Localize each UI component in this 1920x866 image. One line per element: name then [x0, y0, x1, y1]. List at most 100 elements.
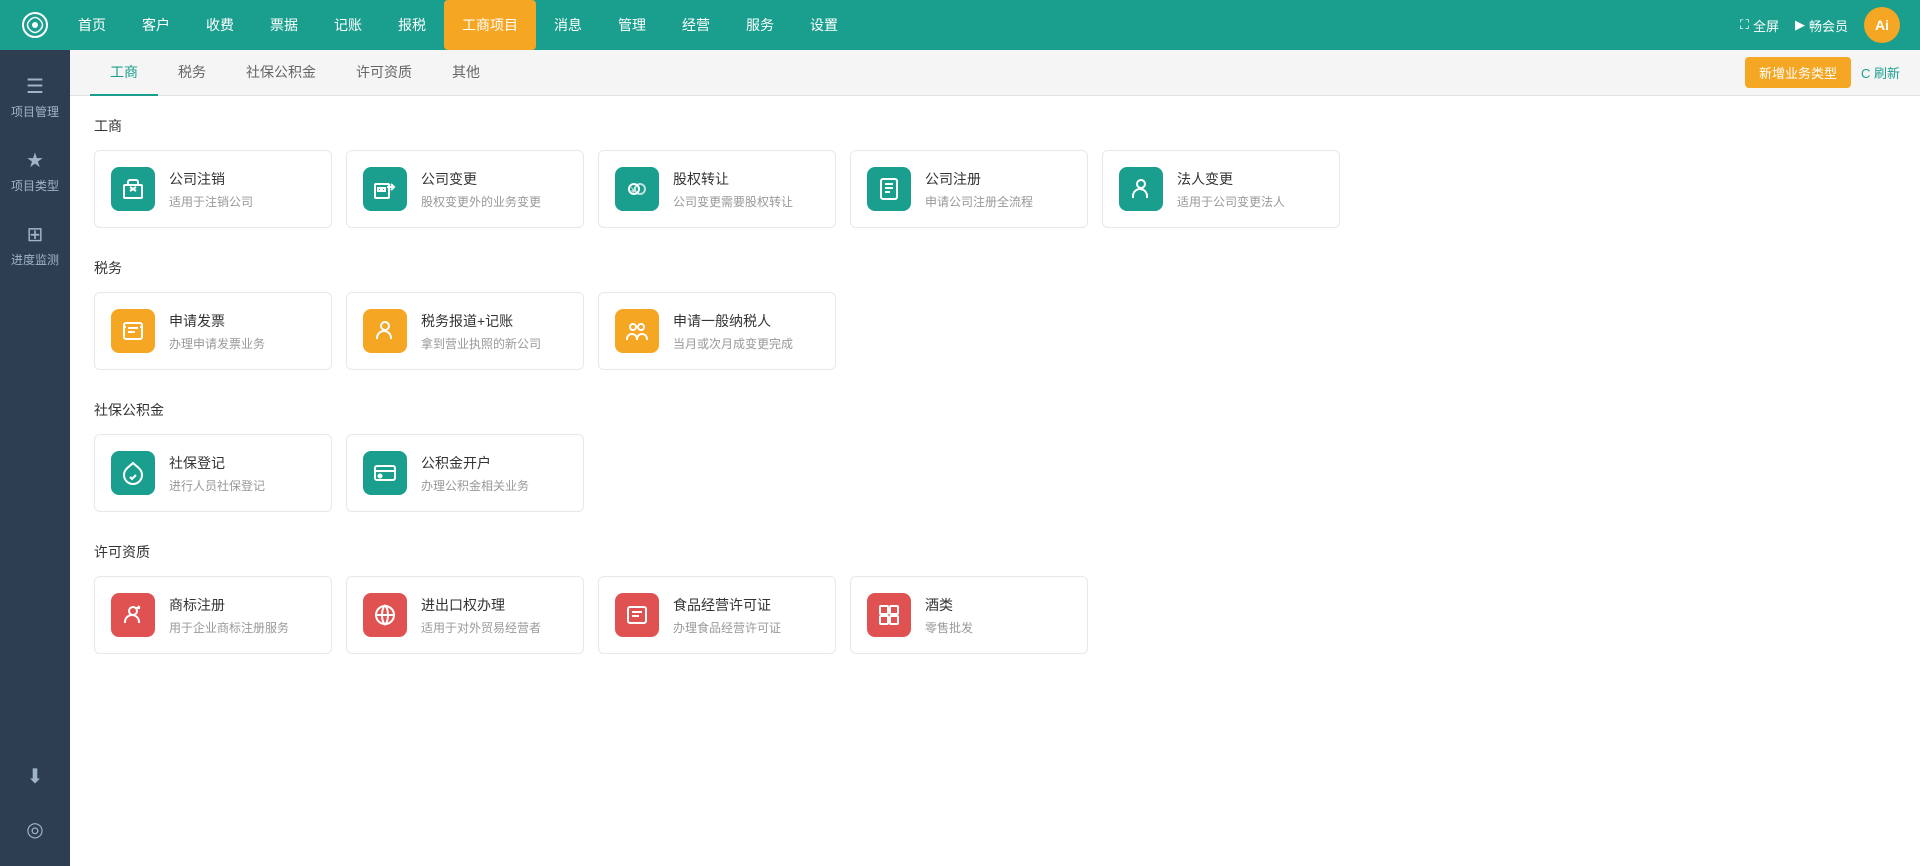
nav-item-设置[interactable]: 设置 [792, 0, 856, 50]
card-title: 社保登记 [169, 453, 265, 473]
card-title: 食品经营许可证 [673, 595, 781, 615]
card-info: 商标注册 用于企业商标注册服务 [169, 595, 289, 636]
cards-grid: 社保登记 进行人员社保登记 公积金开户 办理公积金相关业务 [94, 434, 1896, 512]
card-desc: 适用于公司变更法人 [1177, 193, 1285, 210]
sidebar-bottom-icon-1: ◎ [26, 817, 43, 842]
card-info: 申请发票 办理申请发票业务 [169, 311, 265, 352]
sidebar-label: 项目类型 [11, 177, 59, 194]
card-税务报道+记账[interactable]: 税务报道+记账 拿到营业执照的新公司 [346, 292, 584, 370]
nav-item-工商项目[interactable]: 工商项目 [444, 0, 536, 50]
card-icon [111, 309, 155, 353]
sidebar-item-进度监测[interactable]: ⊞ 进度监测 [0, 208, 70, 282]
card-icon [615, 593, 659, 637]
card-股权转让[interactable]: ¥ 股权转让 公司变更需要股权转让 [598, 150, 836, 228]
top-navigation: 首页客户收费票据记账报税工商项目消息管理经营服务设置 ⛶ 全屏 ▶ 畅会员 Ai [0, 0, 1920, 50]
nav-item-报税[interactable]: 报税 [380, 0, 444, 50]
card-info: 申请一般纳税人 当月或次月成变更完成 [673, 311, 793, 352]
sidebar-bottom: ⬇◎ [0, 750, 70, 866]
content-area: 工商税务社保公积金许可资质其他 新增业务类型 C 刷新 工商 公司注销 适用于注… [70, 50, 1920, 866]
card-desc: 进行人员社保登记 [169, 477, 265, 494]
tab-工商[interactable]: 工商 [90, 50, 158, 96]
card-info: 税务报道+记账 拿到营业执照的新公司 [421, 311, 541, 352]
card-法人变更[interactable]: 法人变更 适用于公司变更法人 [1102, 150, 1340, 228]
nav-item-首页[interactable]: 首页 [60, 0, 124, 50]
card-商标注册[interactable]: 商标注册 用于企业商标注册服务 [94, 576, 332, 654]
sidebar-bottom-icon-0: ⬇ [27, 764, 44, 789]
card-公司注销[interactable]: 公司注销 适用于注销公司 [94, 150, 332, 228]
card-desc: 适用于注销公司 [169, 193, 253, 210]
card-icon [363, 451, 407, 495]
tab-社保公积金[interactable]: 社保公积金 [226, 50, 336, 96]
card-desc: 拿到营业执照的新公司 [421, 335, 541, 352]
card-info: 公司注销 适用于注销公司 [169, 169, 253, 210]
card-title: 公司注册 [925, 169, 1033, 189]
card-icon [363, 593, 407, 637]
card-desc: 零售批发 [925, 619, 973, 636]
tab-其他[interactable]: 其他 [432, 50, 500, 96]
nav-item-记账[interactable]: 记账 [316, 0, 380, 50]
card-title: 酒类 [925, 595, 973, 615]
svg-text:¥: ¥ [630, 186, 636, 195]
new-type-button[interactable]: 新增业务类型 [1745, 57, 1851, 88]
nav-item-经营[interactable]: 经营 [664, 0, 728, 50]
card-社保登记[interactable]: 社保登记 进行人员社保登记 [94, 434, 332, 512]
card-info: 食品经营许可证 办理食品经营许可证 [673, 595, 781, 636]
section-社保公积金: 社保公积金 社保登记 进行人员社保登记 公积金开户 办理公积金相关业务 [94, 400, 1896, 512]
card-进出口权办理[interactable]: 进出口权办理 适用于对外贸易经营者 [346, 576, 584, 654]
nav-item-票据[interactable]: 票据 [252, 0, 316, 50]
card-desc: 用于企业商标注册服务 [169, 619, 289, 636]
card-info: 社保登记 进行人员社保登记 [169, 453, 265, 494]
cards-grid: 商标注册 用于企业商标注册服务 进出口权办理 适用于对外贸易经营者 食品经营许可… [94, 576, 1896, 654]
nav-item-服务[interactable]: 服务 [728, 0, 792, 50]
card-desc: 公司变更需要股权转让 [673, 193, 793, 210]
vip-btn[interactable]: ▶ 畅会员 [1795, 16, 1848, 35]
card-申请一般纳税人[interactable]: 申请一般纳税人 当月或次月成变更完成 [598, 292, 836, 370]
card-title: 进出口权办理 [421, 595, 541, 615]
card-title: 申请发票 [169, 311, 265, 331]
card-desc: 股权变更外的业务变更 [421, 193, 541, 210]
sidebar-icon-1: ★ [26, 148, 44, 173]
card-icon [867, 593, 911, 637]
card-酒类[interactable]: 酒类 零售批发 [850, 576, 1088, 654]
card-desc: 申请公司注册全流程 [925, 193, 1033, 210]
sidebar-item-项目类型[interactable]: ★ 项目类型 [0, 134, 70, 208]
card-info: 法人变更 适用于公司变更法人 [1177, 169, 1285, 210]
logo [10, 0, 60, 50]
card-title: 税务报道+记账 [421, 311, 541, 331]
tab-许可资质[interactable]: 许可资质 [336, 50, 432, 96]
card-title: 公积金开户 [421, 453, 529, 473]
section-title: 工商 [94, 116, 1896, 136]
sidebar-label: 项目管理 [11, 103, 59, 120]
cards-grid: 公司注销 适用于注销公司 公司变更 股权变更外的业务变更 ¥ 股权转让 公司变更… [94, 150, 1896, 228]
card-title: 公司注销 [169, 169, 253, 189]
card-title: 股权转让 [673, 169, 793, 189]
card-info: 进出口权办理 适用于对外贸易经营者 [421, 595, 541, 636]
sidebar-bottom-item-1[interactable]: ◎ [0, 803, 70, 856]
card-公积金开户[interactable]: 公积金开户 办理公积金相关业务 [346, 434, 584, 512]
sidebar-item-项目管理[interactable]: ☰ 项目管理 [0, 60, 70, 134]
card-icon [363, 167, 407, 211]
card-icon [111, 451, 155, 495]
card-公司变更[interactable]: 公司变更 股权变更外的业务变更 [346, 150, 584, 228]
card-title: 申请一般纳税人 [673, 311, 793, 331]
card-title: 商标注册 [169, 595, 289, 615]
section-许可资质: 许可资质 商标注册 用于企业商标注册服务 进出口权办理 适用于对外贸易经营者 食… [94, 542, 1896, 654]
nav-item-收费[interactable]: 收费 [188, 0, 252, 50]
sidebar-bottom-item-0[interactable]: ⬇ [0, 750, 70, 803]
card-食品经营许可证[interactable]: 食品经营许可证 办理食品经营许可证 [598, 576, 836, 654]
card-申请发票[interactable]: 申请发票 办理申请发票业务 [94, 292, 332, 370]
card-公司注册[interactable]: 公司注册 申请公司注册全流程 [850, 150, 1088, 228]
fullscreen-icon: ⛶ [1740, 17, 1749, 33]
sidebar-icon-2: ⊞ [27, 222, 44, 247]
nav-item-客户[interactable]: 客户 [124, 0, 188, 50]
card-info: 公司注册 申请公司注册全流程 [925, 169, 1033, 210]
tab-税务[interactable]: 税务 [158, 50, 226, 96]
refresh-button[interactable]: C 刷新 [1861, 63, 1900, 82]
card-info: 股权转让 公司变更需要股权转让 [673, 169, 793, 210]
avatar[interactable]: Ai [1864, 7, 1900, 43]
nav-item-管理[interactable]: 管理 [600, 0, 664, 50]
fullscreen-btn[interactable]: ⛶ 全屏 [1740, 16, 1779, 35]
nav-item-消息[interactable]: 消息 [536, 0, 600, 50]
sidebar: ☰ 项目管理★ 项目类型⊞ 进度监测⬇◎ [0, 50, 70, 866]
card-icon [867, 167, 911, 211]
